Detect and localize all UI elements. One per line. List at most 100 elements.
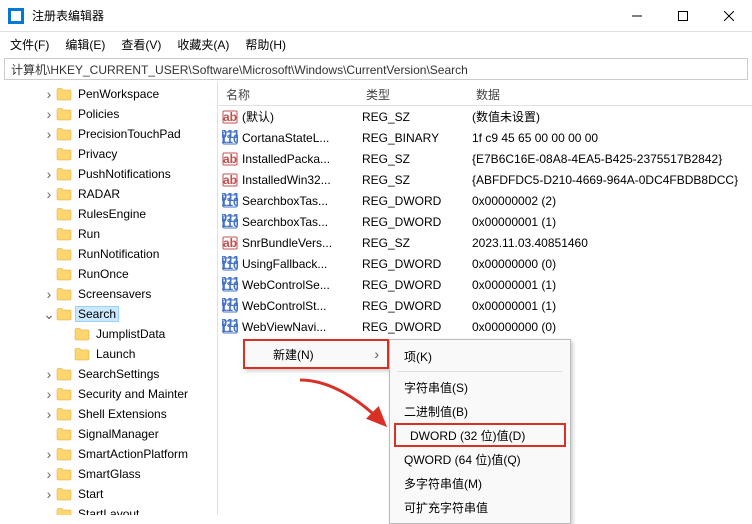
folder-icon xyxy=(56,387,72,401)
value-data: 0x00000001 (1) xyxy=(468,299,752,313)
tree-item-label: StartLayout xyxy=(76,507,141,515)
maximize-button[interactable] xyxy=(660,0,706,31)
tree-item[interactable]: Shell Extensions xyxy=(0,404,217,424)
tree-item[interactable]: RunNotification xyxy=(0,244,217,264)
value-row[interactable]: InstalledPacka...REG_SZ{E7B6C16E-08A8-4E… xyxy=(218,148,752,169)
tree-item[interactable]: RunOnce xyxy=(0,264,217,284)
folder-icon xyxy=(56,227,72,241)
tree-item[interactable]: JumplistData xyxy=(0,324,217,344)
value-data: 0x00000002 (2) xyxy=(468,194,752,208)
value-type: REG_DWORD xyxy=(358,194,468,208)
expand-arrow-icon[interactable] xyxy=(42,127,56,141)
tree-item[interactable]: PushNotifications xyxy=(0,164,217,184)
value-row[interactable]: SearchboxTas...REG_DWORD0x00000001 (1) xyxy=(218,211,752,232)
tree-item-label: RulesEngine xyxy=(76,207,148,221)
folder-icon xyxy=(56,187,72,201)
value-row[interactable]: InstalledWin32...REG_SZ{ABFDFDC5-D210-46… xyxy=(218,169,752,190)
minimize-button[interactable] xyxy=(614,0,660,31)
value-row[interactable]: WebControlSe...REG_DWORD0x00000001 (1) xyxy=(218,274,752,295)
value-data: 1f c9 45 65 00 00 00 00 xyxy=(468,131,752,145)
expand-arrow-icon[interactable] xyxy=(42,507,56,515)
value-row[interactable]: WebControlSt...REG_DWORD0x00000001 (1) xyxy=(218,295,752,316)
folder-icon xyxy=(56,507,72,515)
expand-arrow-icon[interactable] xyxy=(42,307,56,321)
value-row[interactable]: WebViewNavi...REG_DWORD0x00000000 (0) xyxy=(218,316,752,337)
value-row[interactable]: (默认)REG_SZ(数值未设置) xyxy=(218,106,752,127)
value-icon xyxy=(222,319,238,335)
menu-help[interactable]: 帮助(H) xyxy=(239,34,292,55)
tree-item-label: SmartGlass xyxy=(76,467,143,481)
column-name[interactable]: 名称 xyxy=(218,82,358,105)
expand-arrow-icon[interactable] xyxy=(42,287,56,301)
expand-arrow-icon[interactable] xyxy=(42,107,56,121)
expand-arrow-icon[interactable] xyxy=(42,447,56,461)
tree-item[interactable]: Screensavers xyxy=(0,284,217,304)
context-item[interactable]: 可扩充字符串值 xyxy=(390,495,570,519)
expand-arrow-icon[interactable] xyxy=(60,347,74,361)
tree-item-label: PenWorkspace xyxy=(76,87,161,101)
value-row[interactable]: SnrBundleVers...REG_SZ2023.11.03.4085146… xyxy=(218,232,752,253)
tree-item[interactable]: Run xyxy=(0,224,217,244)
folder-icon xyxy=(56,367,72,381)
tree-item-label: PrecisionTouchPad xyxy=(76,127,183,141)
tree-item[interactable]: Search xyxy=(0,304,217,324)
tree-item-label: SignalManager xyxy=(76,427,161,441)
tree-item[interactable]: Policies xyxy=(0,104,217,124)
close-button[interactable] xyxy=(706,0,752,31)
menu-view[interactable]: 查看(V) xyxy=(115,34,167,55)
menu-file[interactable]: 文件(F) xyxy=(4,34,55,55)
expand-arrow-icon[interactable] xyxy=(42,467,56,481)
context-item-new[interactable]: 新建(N) xyxy=(245,341,387,367)
tree-item-label: Launch xyxy=(94,347,137,361)
tree-item[interactable]: SmartActionPlatform xyxy=(0,444,217,464)
tree-item[interactable]: RADAR xyxy=(0,184,217,204)
expand-arrow-icon[interactable] xyxy=(42,247,56,261)
tree-item[interactable]: PrecisionTouchPad xyxy=(0,124,217,144)
expand-arrow-icon[interactable] xyxy=(42,207,56,221)
context-item[interactable]: 字符串值(S) xyxy=(390,375,570,399)
tree-item[interactable]: StartLayout xyxy=(0,504,217,515)
expand-arrow-icon[interactable] xyxy=(42,427,56,441)
context-item[interactable]: 多字符串值(M) xyxy=(390,471,570,495)
tree-item[interactable]: Privacy xyxy=(0,144,217,164)
value-name: WebControlSe... xyxy=(242,278,330,292)
menu-favorites[interactable]: 收藏夹(A) xyxy=(171,34,235,55)
tree-item-label: Privacy xyxy=(76,147,119,161)
tree-item[interactable]: Start xyxy=(0,484,217,504)
expand-arrow-icon[interactable] xyxy=(42,227,56,241)
value-row[interactable]: UsingFallback...REG_DWORD0x00000000 (0) xyxy=(218,253,752,274)
value-data: 0x00000000 (0) xyxy=(468,257,752,271)
address-bar[interactable]: 计算机\HKEY_CURRENT_USER\Software\Microsoft… xyxy=(4,58,748,80)
tree-item[interactable]: SmartGlass xyxy=(0,464,217,484)
tree-item[interactable]: PenWorkspace xyxy=(0,84,217,104)
column-type[interactable]: 类型 xyxy=(358,82,468,105)
menu-edit[interactable]: 编辑(E) xyxy=(59,34,111,55)
tree-item[interactable]: SignalManager xyxy=(0,424,217,444)
expand-arrow-icon[interactable] xyxy=(42,407,56,421)
context-item[interactable]: DWORD (32 位)值(D) xyxy=(394,423,566,447)
expand-arrow-icon[interactable] xyxy=(42,87,56,101)
tree-view[interactable]: PenWorkspace Policies PrecisionTouchPad Pri… xyxy=(0,82,218,515)
expand-arrow-icon[interactable] xyxy=(42,147,56,161)
value-type: REG_DWORD xyxy=(358,278,468,292)
expand-arrow-icon[interactable] xyxy=(42,487,56,501)
value-row[interactable]: CortanaStateL...REG_BINARY1f c9 45 65 00… xyxy=(218,127,752,148)
tree-item[interactable]: Security and Mainter xyxy=(0,384,217,404)
expand-arrow-icon[interactable] xyxy=(60,327,74,341)
tree-item[interactable]: Launch xyxy=(0,344,217,364)
column-data[interactable]: 数据 xyxy=(468,82,752,105)
tree-item-label: RunOnce xyxy=(76,267,131,281)
expand-arrow-icon[interactable] xyxy=(42,267,56,281)
tree-item-label: PushNotifications xyxy=(76,167,173,181)
expand-arrow-icon[interactable] xyxy=(42,367,56,381)
value-icon xyxy=(222,256,238,272)
value-row[interactable]: SearchboxTas...REG_DWORD0x00000002 (2) xyxy=(218,190,752,211)
expand-arrow-icon[interactable] xyxy=(42,187,56,201)
expand-arrow-icon[interactable] xyxy=(42,167,56,181)
context-item[interactable]: 项(K) xyxy=(390,344,570,368)
tree-item[interactable]: RulesEngine xyxy=(0,204,217,224)
tree-item[interactable]: SearchSettings xyxy=(0,364,217,384)
context-item[interactable]: 二进制值(B) xyxy=(390,399,570,423)
context-item[interactable]: QWORD (64 位)值(Q) xyxy=(390,447,570,471)
expand-arrow-icon[interactable] xyxy=(42,387,56,401)
